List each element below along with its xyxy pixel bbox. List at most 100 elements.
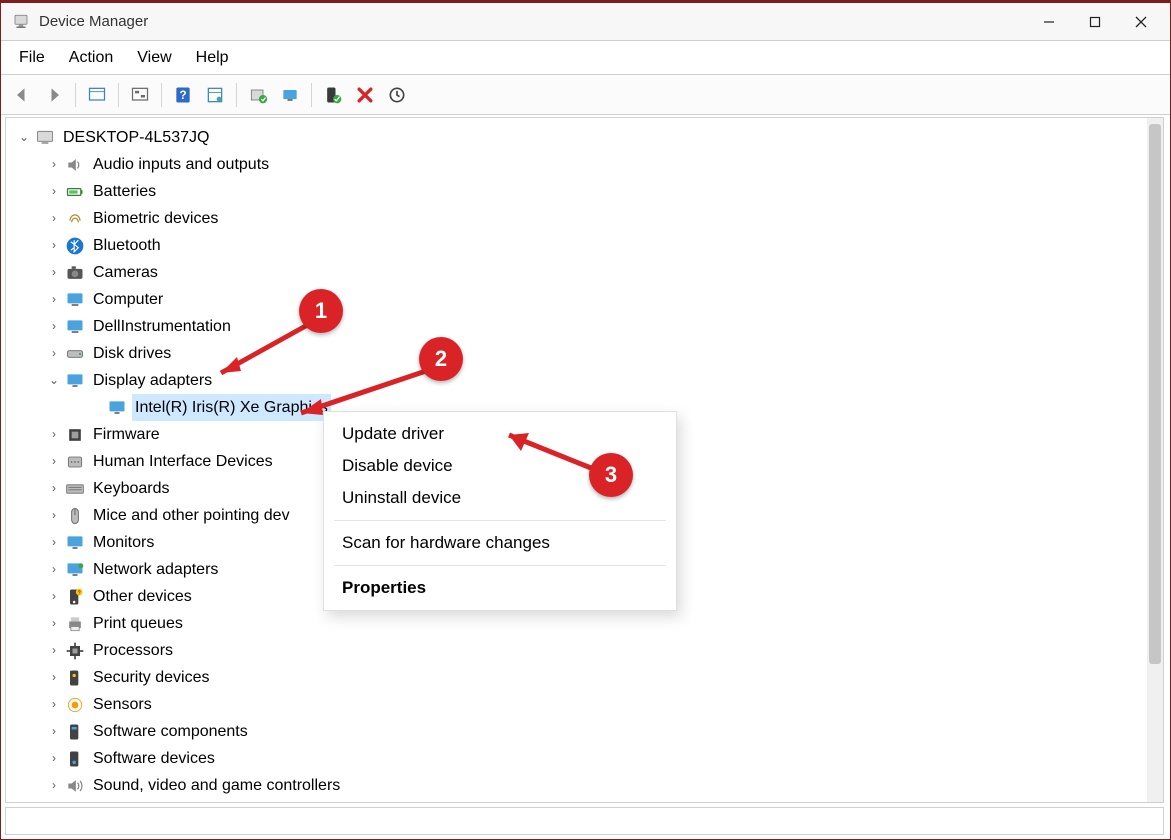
enable-button[interactable] (318, 80, 348, 110)
tree-item-label: Batteries (90, 178, 159, 205)
tree-item[interactable]: › Print queues (12, 610, 1163, 637)
scrollbar-thumb[interactable] (1149, 124, 1161, 664)
chevron-right-icon[interactable]: › (46, 232, 62, 259)
back-button[interactable] (7, 80, 37, 110)
minimize-button[interactable] (1026, 6, 1072, 38)
cpu-icon (64, 640, 86, 662)
chevron-right-icon[interactable]: › (46, 556, 62, 583)
close-button[interactable] (1118, 6, 1164, 38)
show-all-devices-button[interactable] (82, 80, 112, 110)
tree-item[interactable]: › Sensors (12, 691, 1163, 718)
chevron-right-icon[interactable]: › (46, 664, 62, 691)
chevron-right-icon[interactable]: › (46, 205, 62, 232)
cm-properties[interactable]: Properties (324, 572, 676, 604)
chevron-right-icon[interactable]: › (46, 259, 62, 286)
mouse-icon (64, 505, 86, 527)
printer-icon (64, 613, 86, 635)
tree-item[interactable]: › Batteries (12, 178, 1163, 205)
menu-view[interactable]: View (127, 45, 181, 71)
tree-item-label: Computer (90, 286, 166, 313)
tree-item[interactable]: ⌄ Display adapters (12, 367, 1163, 394)
show-connections-button[interactable] (125, 80, 155, 110)
menu-file[interactable]: File (9, 45, 55, 71)
toolbar: ? (1, 75, 1170, 115)
annotation-marker-2: 2 (419, 337, 463, 381)
tree-item-label: Audio inputs and outputs (90, 151, 272, 178)
tree-item-label: Display adapters (90, 367, 215, 394)
tree-item[interactable]: ›Cameras (12, 259, 1163, 286)
tree-item-label: Sensors (90, 691, 155, 718)
app-icon (11, 12, 31, 32)
scan-hardware-button[interactable] (382, 80, 412, 110)
tree-item[interactable]: › Audio inputs and outputs (12, 151, 1163, 178)
chevron-right-icon[interactable]: › (46, 583, 62, 610)
menu-help[interactable]: Help (186, 45, 239, 71)
chevron-right-icon[interactable]: › (46, 421, 62, 448)
speaker-icon (64, 154, 86, 176)
tree-item-label: Print queues (90, 610, 186, 637)
disable-button[interactable] (350, 80, 380, 110)
tree-item[interactable]: ›Bluetooth (12, 232, 1163, 259)
chevron-right-icon[interactable]: › (46, 610, 62, 637)
tree-item-label: Software components (90, 718, 251, 745)
forward-button[interactable] (39, 80, 69, 110)
chevron-right-icon[interactable]: › (46, 691, 62, 718)
annotation-marker-3: 3 (589, 453, 633, 497)
tree-root[interactable]: ⌄ DESKTOP-4L537JQ (12, 124, 1163, 151)
display-icon (64, 370, 86, 392)
cm-separator (334, 565, 666, 566)
chevron-right-icon[interactable]: › (46, 448, 62, 475)
tree-item-label: Other devices (90, 583, 195, 610)
chevron-right-icon[interactable]: › (46, 772, 62, 799)
tree-item[interactable]: › Computer (12, 286, 1163, 313)
tree-item-label: DellInstrumentation (90, 313, 234, 340)
chevron-right-icon[interactable]: › (46, 313, 62, 340)
chevron-right-icon[interactable]: › (46, 151, 62, 178)
window-title: Device Manager (39, 13, 148, 30)
chevron-right-icon[interactable]: › (46, 502, 62, 529)
vertical-scrollbar[interactable] (1147, 118, 1163, 802)
chevron-right-icon[interactable]: › (46, 286, 62, 313)
chevron-down-icon[interactable]: ⌄ (16, 124, 32, 151)
tree-item-label: Mice and other pointing dev (90, 502, 293, 529)
tree-item-label: Biometric devices (90, 205, 221, 232)
tree-item[interactable]: ›Disk drives (12, 340, 1163, 367)
battery-icon (64, 181, 86, 203)
tree-item[interactable]: ›Security devices (12, 664, 1163, 691)
update-driver-button[interactable] (243, 80, 273, 110)
tree-item[interactable]: ›Sound, video and game controllers (12, 772, 1163, 799)
sw-comp-icon (64, 721, 86, 743)
tree-item[interactable]: › Biometric devices (12, 205, 1163, 232)
tree-item[interactable]: ›Software devices (12, 745, 1163, 772)
firmware-icon (64, 424, 86, 446)
sw-dev-icon (64, 748, 86, 770)
maximize-button[interactable] (1072, 6, 1118, 38)
tree-item[interactable]: › Processors (12, 637, 1163, 664)
tree-item[interactable]: › Software components (12, 718, 1163, 745)
sensor-icon (64, 694, 86, 716)
chevron-right-icon[interactable]: › (46, 745, 62, 772)
tree-item[interactable]: › DellInstrumentation (12, 313, 1163, 340)
tree-item-label: Human Interface Devices (90, 448, 276, 475)
computer-icon (64, 289, 86, 311)
cm-scan-hardware[interactable]: Scan for hardware changes (324, 527, 676, 559)
chevron-right-icon[interactable]: › (46, 529, 62, 556)
device-manager-window: Device Manager File Action View Help ? (0, 0, 1171, 840)
security-icon (64, 667, 86, 689)
chevron-down-icon[interactable]: ⌄ (46, 367, 62, 394)
cm-update-driver[interactable]: Update driver (324, 418, 676, 450)
monitor-icon (64, 532, 86, 554)
uninstall-button[interactable] (275, 80, 305, 110)
chevron-right-icon[interactable]: › (46, 637, 62, 664)
chevron-right-icon[interactable]: › (46, 718, 62, 745)
menu-action[interactable]: Action (59, 45, 123, 71)
properties-button[interactable] (200, 80, 230, 110)
help-button[interactable]: ? (168, 80, 198, 110)
tree-item-label: Processors (90, 637, 176, 664)
titlebar: Device Manager (1, 3, 1170, 41)
keyboard-icon (64, 478, 86, 500)
chevron-right-icon[interactable]: › (46, 475, 62, 502)
chevron-right-icon[interactable]: › (46, 340, 62, 367)
chevron-right-icon[interactable]: › (46, 178, 62, 205)
menubar: File Action View Help (1, 41, 1170, 75)
